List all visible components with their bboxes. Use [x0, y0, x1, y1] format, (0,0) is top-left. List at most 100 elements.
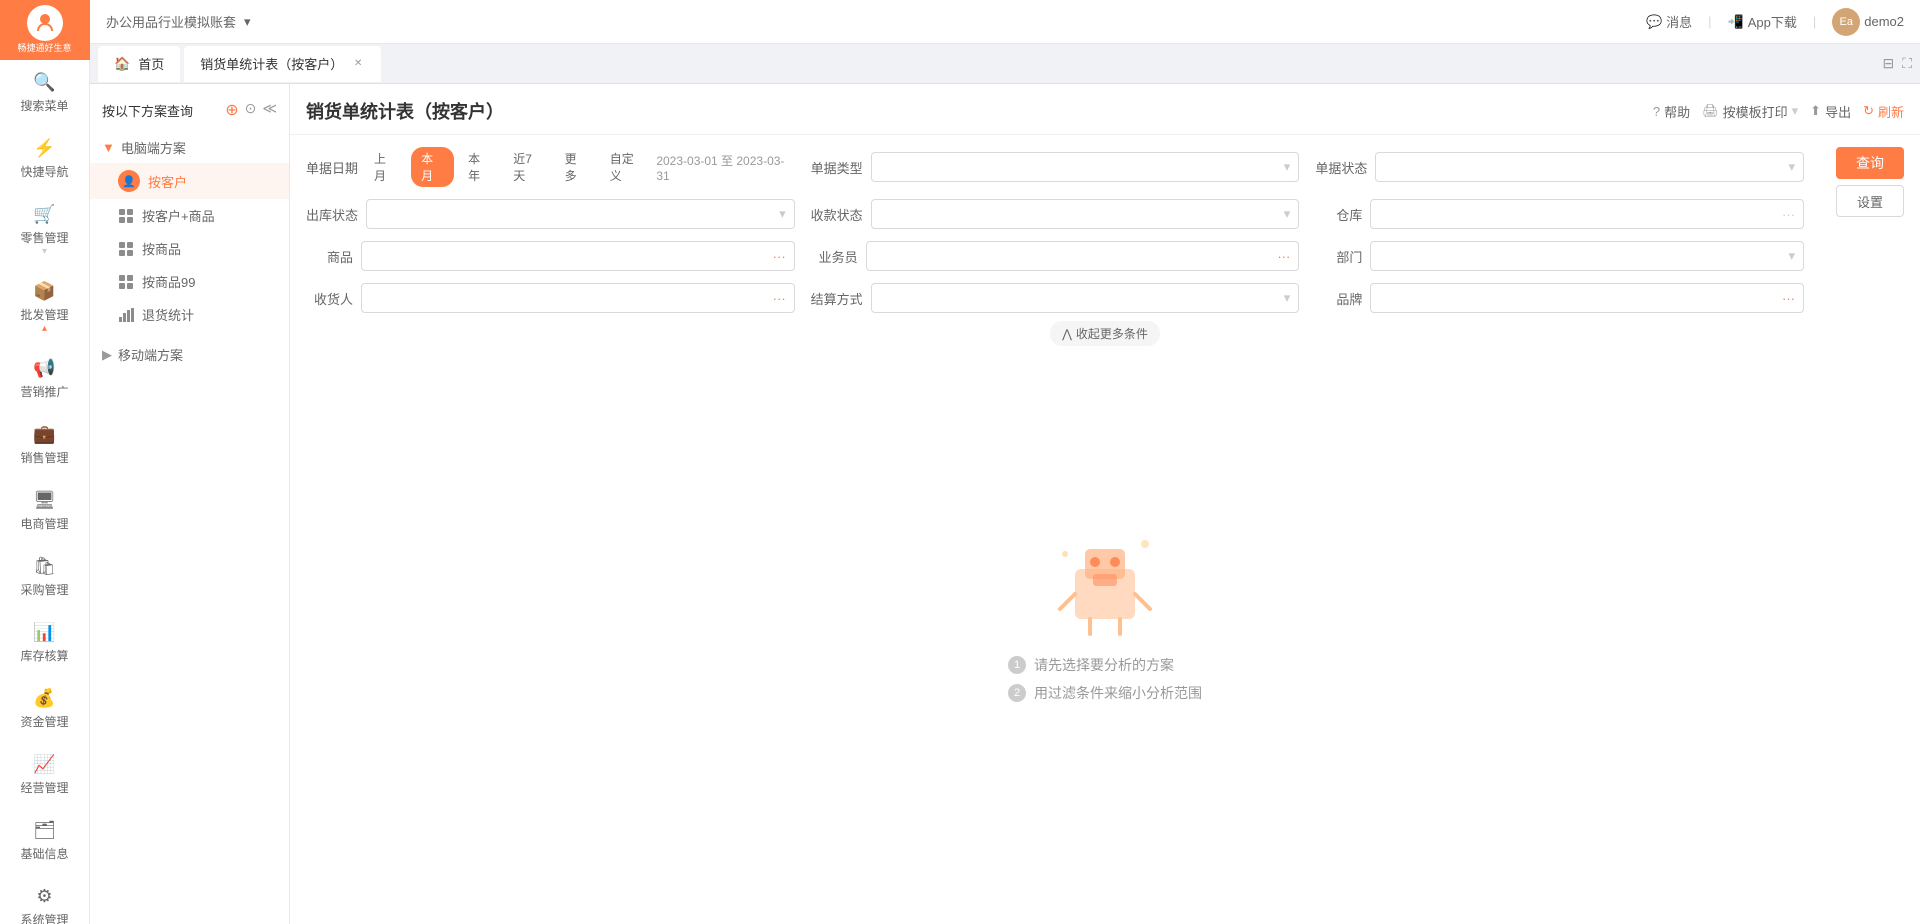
scheme-collapse-icon[interactable]: ≪	[262, 100, 277, 120]
logo-icon	[27, 5, 63, 41]
filter-buttons: 查询 设置	[1836, 147, 1904, 217]
print-icon: 🖨	[1702, 103, 1719, 119]
refresh-button[interactable]: ↻ 刷新	[1863, 102, 1904, 121]
export-button[interactable]: ⬆ 导出	[1810, 102, 1851, 121]
user-menu[interactable]: Ea demo2	[1832, 8, 1904, 36]
scheme-item-by-product[interactable]: 按商品	[90, 232, 289, 265]
sidebar-item-operations[interactable]: 📈 经营管理	[0, 742, 89, 808]
product-select[interactable]: ···	[361, 241, 795, 271]
filter-main-row: 单据日期 上月 本月 本年 近7天 更多 自定义	[306, 147, 1904, 313]
app-logo: 畅捷通好生意	[0, 0, 90, 60]
sidebar-item-system[interactable]: ⚙ 系统管理	[0, 874, 89, 924]
receipt-status-select[interactable]: ▾	[871, 199, 1300, 229]
receiver-select[interactable]: ···	[361, 283, 795, 313]
doc-type-select[interactable]: ▾	[871, 152, 1300, 182]
date-btn-more[interactable]: 更多	[557, 147, 596, 187]
sidebar-item-purchase[interactable]: 🛍 采购管理	[0, 544, 89, 610]
help-icon: ?	[1653, 104, 1660, 119]
breadcrumb-text: 办公用品行业模拟账套	[106, 12, 236, 31]
page-title-bar: 销货单统计表（按客户） ? 帮助 🖨 按模板打印 ▾ ⬆ 导出	[290, 84, 1920, 135]
receipt-status-filter-item: 收款状态 ▾	[811, 199, 1300, 229]
filter-row-4: 收货人 ··· 结算方式 ▾	[306, 283, 1804, 313]
settlement-filter-item: 结算方式 ▾	[811, 283, 1300, 313]
sidebar-item-ecommerce[interactable]: 🖥 电商管理	[0, 478, 89, 544]
sidebar-item-finance[interactable]: 💰 资金管理	[0, 676, 89, 742]
export-icon: ⬆	[1810, 103, 1821, 119]
scheme-group-mobile-title[interactable]: ▶ 移动端方案	[90, 339, 289, 370]
scheme-add-icon[interactable]: ⊕	[225, 100, 238, 120]
warehouse-select[interactable]: ···	[1370, 199, 1804, 229]
page-content: 按以下方案查询 ⊕ ⊙ ≪ ▼ 电脑端方案 👤 按客户	[90, 84, 1920, 924]
doc-status-select[interactable]: ▾	[1375, 152, 1804, 182]
inventory-icon: 📊	[33, 622, 55, 643]
scheme-item-by-customer-product[interactable]: 按客户+商品	[90, 199, 289, 232]
search-icon: 🔍	[33, 72, 55, 93]
out-status-select[interactable]: ▾	[366, 199, 795, 229]
app-download-button[interactable]: 📲 App下载	[1728, 12, 1797, 31]
right-content: 销货单统计表（按客户） ? 帮助 🖨 按模板打印 ▾ ⬆ 导出	[290, 84, 1920, 924]
message-button[interactable]: 💬 消息	[1646, 12, 1692, 31]
scheme-panel-header: 按以下方案查询 ⊕ ⊙ ≪	[90, 92, 289, 128]
sidebar-nav: 🔍 搜索菜单 ⚡ 快捷导航 🛒 零售管理 ▾ 📦 批发管理 ▴ 📢 营销推广 💼…	[0, 60, 89, 924]
scheme-group-pc-title[interactable]: ▼ 电脑端方案	[90, 132, 289, 163]
date-btn-this-year[interactable]: 本年	[460, 147, 499, 187]
filter-row-1: 单据日期 上月 本月 本年 近7天 更多 自定义	[306, 147, 1804, 187]
main-area: 办公用品行业模拟账套 ▾ 💬 消息 | 📲 App下载 | Ea demo2 🏠…	[90, 0, 1920, 924]
sidebar-item-retail[interactable]: 🛒 零售管理 ▾	[0, 192, 89, 269]
date-btn-this-month[interactable]: 本月	[411, 147, 454, 187]
sidebar-item-shortcut[interactable]: ⚡ 快捷导航	[0, 126, 89, 192]
home-icon: 🏠	[114, 56, 130, 72]
settlement-select[interactable]: ▾	[871, 283, 1300, 313]
scheme-item-return-stat[interactable]: 退货统计	[90, 298, 289, 331]
top-header: 办公用品行业模拟账套 ▾ 💬 消息 | 📲 App下载 | Ea demo2	[90, 0, 1920, 44]
warehouse-dots-icon: ···	[1782, 207, 1795, 222]
sidebar-item-wholesale[interactable]: 📦 批发管理 ▴	[0, 269, 89, 346]
date-range-display: 2023-03-01 至 2023-03-31	[656, 152, 794, 183]
filter-area: 单据日期 上月 本月 本年 近7天 更多 自定义	[290, 135, 1920, 366]
doc-type-label: 单据类型	[811, 158, 871, 177]
breadcrumb-arrow-icon: ▾	[244, 14, 251, 30]
brand-label: 品牌	[1315, 289, 1370, 308]
date-btn-custom[interactable]: 自定义	[602, 147, 653, 187]
tab-home[interactable]: 🏠 首页	[98, 46, 180, 82]
header-actions: 💬 消息 | 📲 App下载 | Ea demo2	[1646, 8, 1904, 36]
collapse-button[interactable]: ⋀ 收起更多条件	[1050, 321, 1160, 346]
sidebar-item-sales[interactable]: 💼 销售管理	[0, 412, 89, 478]
scheme-actions: ⊕ ⊙ ≪	[225, 100, 277, 120]
system-icon: ⚙	[36, 886, 52, 907]
setting-button[interactable]: 设置	[1836, 185, 1904, 217]
brand-select[interactable]: ···	[1370, 283, 1804, 313]
scheme-item-by-customer[interactable]: 👤 按客户	[90, 163, 289, 199]
receiver-label: 收货人	[306, 289, 361, 308]
group-mobile-arrow-icon: ▶	[102, 347, 112, 363]
finance-icon: 💰	[33, 688, 55, 709]
product-dots-icon: ···	[773, 249, 786, 264]
sidebar-item-inventory[interactable]: 📊 库存核算	[0, 610, 89, 676]
out-status-filter-item: 出库状态 ▾	[306, 199, 795, 229]
tab-sales-stat[interactable]: 销货单统计表（按客户） ✕	[184, 46, 381, 82]
tab-close-icon[interactable]: ✕	[351, 57, 365, 71]
scheme-item-by-product-99[interactable]: 按商品99	[90, 265, 289, 298]
salesperson-filter-item: 业务员 ···	[811, 241, 1300, 271]
breadcrumb-area: 办公用品行业模拟账套 ▾	[106, 12, 251, 31]
query-button[interactable]: 查询	[1836, 147, 1904, 179]
tab-expand-icon[interactable]: ⛶	[1902, 55, 1912, 72]
download-icon: 📲	[1728, 14, 1744, 30]
department-select[interactable]: ▾	[1370, 241, 1804, 271]
group-expand-icon: ▼	[102, 140, 115, 155]
template-print-button[interactable]: 🖨 按模板打印 ▾	[1702, 102, 1798, 121]
sidebar-item-search[interactable]: 🔍 搜索菜单	[0, 60, 89, 126]
tab-minimize-icon[interactable]: ⊟	[1882, 55, 1894, 72]
scheme-settings-icon[interactable]: ⊙	[245, 100, 257, 120]
sidebar-item-marketing[interactable]: 📢 营销推广	[0, 346, 89, 412]
receiver-filter-item: 收货人 ···	[306, 283, 795, 313]
date-filter-group: 上月 本月 本年 近7天 更多 自定义	[366, 147, 652, 187]
sidebar-item-basic[interactable]: 🗂 基础信息	[0, 808, 89, 874]
empty-hint-1: 1 请先选择要分析的方案	[1008, 655, 1202, 675]
salesperson-select[interactable]: ···	[866, 241, 1300, 271]
date-btn-last-month[interactable]: 上月	[366, 147, 405, 187]
date-btn-last-7days[interactable]: 近7天	[505, 147, 550, 187]
collapse-row: ⋀ 收起更多条件	[306, 313, 1904, 354]
help-button[interactable]: ? 帮助	[1653, 102, 1690, 121]
doc-status-filter-item: 单据状态 ▾	[1315, 147, 1804, 187]
